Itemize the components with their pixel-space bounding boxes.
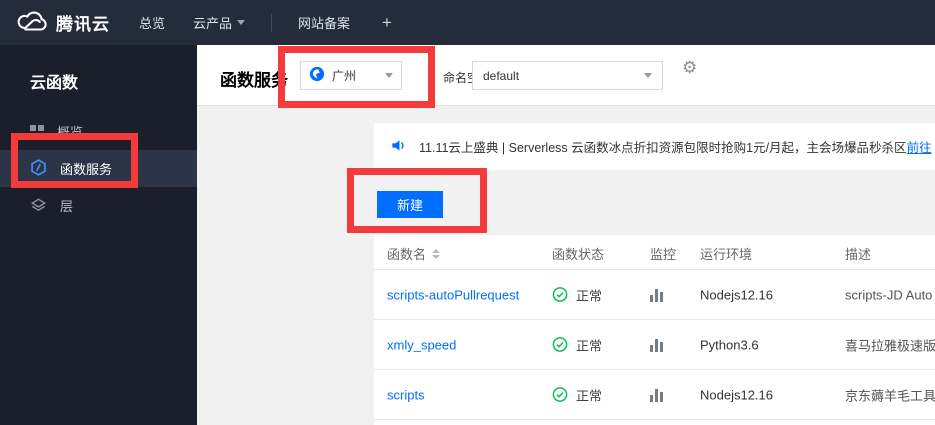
nav-products-label: 云产品: [193, 16, 233, 31]
runtime-cell: Nodejs12.16: [700, 387, 773, 402]
description-cell: 喜马拉雅极速版刷: [845, 338, 935, 353]
function-name-link[interactable]: scripts: [387, 387, 425, 402]
table-row: scripts 正常 Nodejs12.16 京东薅羊毛工具: [374, 370, 935, 420]
description-cell: scripts-JD Auto P: [845, 287, 935, 302]
nav-item-products[interactable]: 云产品: [193, 13, 246, 32]
table-row: scripts-autoPullrequest 正常 Nodejs12.16 s…: [374, 270, 935, 320]
create-button[interactable]: 新建: [377, 191, 443, 218]
nav-beian-label: 网站备案: [298, 16, 351, 31]
status-cell: 正常: [552, 335, 602, 354]
sort-icon[interactable]: [432, 248, 441, 259]
runtime-cell: Python3.6: [700, 337, 759, 352]
function-name-link[interactable]: xmly_speed: [387, 337, 456, 352]
table-header: 函数名 函数状态 监控 运行环境 描述: [374, 235, 935, 270]
status-text: 正常: [576, 288, 603, 303]
brand-name: 腾讯云: [56, 15, 110, 34]
chevron-down-icon: [385, 73, 393, 78]
namespace-value: default: [483, 68, 520, 83]
add-tab-button[interactable]: +: [382, 13, 392, 33]
monitor-bars-icon[interactable]: [650, 338, 663, 352]
nav-item-beian[interactable]: 网站备案: [298, 13, 350, 32]
description-cell: 京东薅羊毛工具: [845, 388, 935, 403]
sidebar-item-label: 函数服务: [60, 162, 113, 177]
table-row: xmly_speed 正常 Python3.6 喜马拉雅极速版刷: [374, 320, 935, 370]
globe-icon: [309, 66, 325, 85]
monitor-bars-icon[interactable]: [650, 388, 663, 402]
column-header-monitor: 监控: [650, 247, 677, 262]
nav-item-overview[interactable]: 总览: [139, 13, 165, 32]
function-hexagon-icon: [30, 158, 47, 179]
status-cell: 正常: [552, 385, 602, 404]
runtime-cell: Nodejs12.16: [700, 287, 773, 302]
table-body: scripts-autoPullrequest 正常 Nodejs12.16 s…: [374, 270, 935, 420]
check-circle-icon: [552, 337, 568, 352]
top-navbar: 腾讯云 总览 云产品 网站备案 +: [0, 0, 935, 45]
column-header-status: 函数状态: [552, 247, 605, 262]
column-label: 函数名: [387, 247, 427, 262]
function-table: 函数名 函数状态 监控 运行环境 描述 scripts-autoPullrequ…: [374, 235, 935, 425]
chevron-down-icon: [237, 20, 246, 25]
sidebar-title: 云函数: [30, 75, 79, 92]
sidebar-item-overview[interactable]: 概览: [0, 113, 197, 150]
layers-icon: [30, 196, 47, 216]
namespace-selector[interactable]: default: [472, 61, 663, 90]
region-value: 广州: [332, 69, 357, 83]
promo-banner: 11.11云上盛典 | Serverless 云函数冰点折扣资源包限时抢购1元/…: [374, 123, 935, 170]
status-text: 正常: [576, 338, 603, 353]
page-header: 函数服务 广州 命名空间: default ⚙: [197, 45, 935, 106]
banner-link[interactable]: 前往: [907, 137, 932, 156]
chevron-down-icon: [644, 73, 652, 78]
status-cell: 正常: [552, 285, 602, 304]
region-selector[interactable]: 广州: [300, 61, 402, 90]
sidebar-item-label: 层: [60, 199, 74, 214]
column-header-runtime: 运行环境: [700, 247, 753, 262]
function-name-link[interactable]: scripts-autoPullrequest: [387, 287, 519, 302]
sidebar-item-layers[interactable]: 层: [0, 187, 197, 224]
check-circle-icon: [552, 387, 568, 402]
status-text: 正常: [576, 388, 603, 403]
nav-overview-label: 总览: [139, 16, 166, 31]
column-header-name: 函数名: [387, 244, 441, 263]
gear-icon[interactable]: ⚙: [682, 58, 697, 78]
nav-divider: [271, 13, 273, 32]
column-header-desc: 描述: [845, 247, 872, 262]
banner-text: 11.11云上盛典 | Serverless 云函数冰点折扣资源包限时抢购1元/…: [419, 141, 907, 155]
sidebar-item-label: 概览: [57, 125, 84, 140]
page-title: 函数服务: [220, 71, 288, 90]
grid-icon: [30, 124, 44, 139]
sidebar: 云函数 概览 函数服务 层: [0, 45, 197, 425]
speaker-icon: [390, 137, 407, 157]
cloud-logo-icon: [15, 10, 47, 36]
check-circle-icon: [552, 287, 568, 302]
sidebar-item-function-service[interactable]: 函数服务: [0, 150, 197, 187]
brand[interactable]: 腾讯云: [0, 10, 125, 36]
monitor-bars-icon[interactable]: [650, 288, 663, 302]
